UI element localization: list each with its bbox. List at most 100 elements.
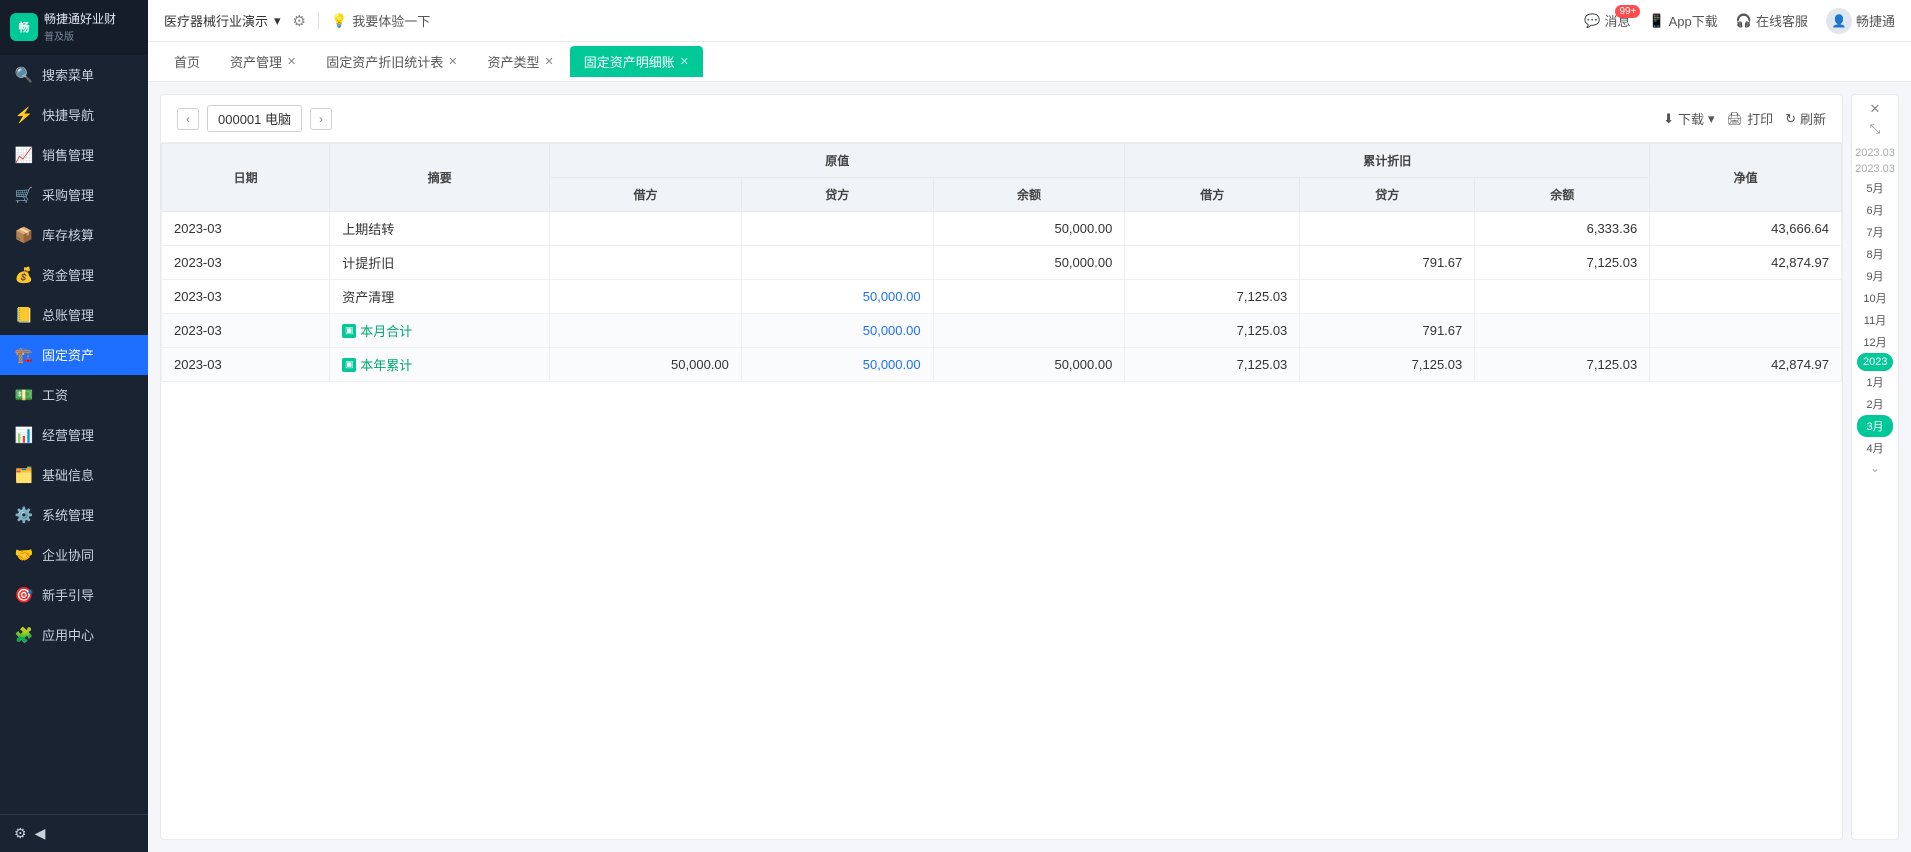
sidebar-bottom: ⚙ ◀ — [0, 814, 148, 852]
detail-table: 日期 摘要 原值 累计折旧 净值 借方 贷方 余额 借方 贷方 余额 — [161, 143, 1842, 382]
refresh-label: 刷新 — [1800, 109, 1826, 128]
cell-orig-balance — [933, 314, 1125, 348]
tl-year-2023[interactable]: 2023 — [1857, 353, 1893, 371]
ledger-icon: 📒 — [14, 305, 34, 325]
experience-label: 我要体验一下 — [352, 11, 430, 30]
company-selector[interactable]: 医疗器械行业演示 ▾ — [164, 11, 281, 30]
sidebar-item-salary[interactable]: 💵 工资 — [0, 375, 148, 415]
col-date: 日期 — [162, 144, 330, 212]
download-arrow: ▾ — [1708, 111, 1715, 127]
download-btn[interactable]: ⬇ 下载 ▾ — [1663, 109, 1714, 128]
app-label: App下载 — [1669, 11, 1718, 30]
lamp-icon: 💡 — [331, 13, 347, 29]
tl-month-6月[interactable]: 6月 — [1857, 199, 1893, 221]
sidebar-item-appcenter[interactable]: 🧩 应用中心 — [0, 615, 148, 655]
collapse-icon[interactable]: ◀ — [35, 825, 46, 842]
cell-orig-debit — [550, 212, 742, 246]
expand-panel-btn[interactable]: ⤡ — [1870, 121, 1880, 137]
sidebar: 畅 畅捷通好业财 普及版 🔍 搜索菜单 ⚡ 快捷导航 📈 销售管理 🛒 采购管理… — [0, 0, 148, 852]
cell-orig-credit: 50,000.00 — [741, 314, 933, 348]
sidebar-item-system[interactable]: ⚙️ 系统管理 — [0, 495, 148, 535]
tl-month-12月[interactable]: 12月 — [1857, 331, 1893, 353]
tl-month-9月[interactable]: 9月 — [1857, 265, 1893, 287]
tab-assetmgmt[interactable]: 资产管理 ✕ — [216, 46, 310, 77]
tab-assettype[interactable]: 资产类型 ✕ — [473, 46, 567, 77]
tl-month-1月[interactable]: 1月 — [1857, 371, 1893, 393]
sidebar-label-system: 系统管理 — [42, 505, 94, 524]
sidebar-item-purchase[interactable]: 🛒 采购管理 — [0, 175, 148, 215]
system-icon: ⚙️ — [14, 505, 34, 525]
tab-close-assetmgmt[interactable]: ✕ — [287, 55, 296, 68]
tab-label-assetmgmt: 资产管理 — [230, 52, 282, 71]
tl-month-4月[interactable]: 4月 — [1857, 437, 1893, 459]
cell-date: 2023-03 — [162, 280, 330, 314]
prev-asset-btn[interactable]: ‹ — [177, 108, 199, 130]
cell-acc-credit — [1300, 212, 1475, 246]
experience-btn[interactable]: 💡 我要体验一下 — [331, 11, 430, 30]
cell-orig-balance: 50,000.00 — [933, 212, 1125, 246]
logo-subtitle: 普及版 — [44, 28, 116, 43]
next-asset-btn[interactable]: › — [310, 108, 332, 130]
tab-depreciation[interactable]: 固定资产折旧统计表✕ — [312, 46, 471, 77]
cell-acc-balance — [1475, 314, 1650, 348]
sidebar-item-basicinfo[interactable]: 🗂️ 基础信息 — [0, 455, 148, 495]
sidebar-item-inventory[interactable]: 📦 库存核算 — [0, 215, 148, 255]
tab-label-assettype: 资产类型 — [487, 52, 539, 71]
tab-detail[interactable]: 固定资产明细账✕ — [570, 46, 703, 77]
message-icon: 💬 — [1584, 13, 1600, 29]
col-orig-debit: 借方 — [550, 178, 742, 212]
cell-orig-credit — [741, 212, 933, 246]
cell-acc-debit: 7,125.03 — [1125, 348, 1300, 382]
cell-orig-credit — [741, 246, 933, 280]
sidebar-label-sales: 销售管理 — [42, 145, 94, 164]
tl-month-10月[interactable]: 10月 — [1857, 287, 1893, 309]
logo-title: 畅捷通好业财 — [44, 12, 116, 28]
sidebar-item-operations[interactable]: 📊 经营管理 — [0, 415, 148, 455]
col-net-value: 净值 — [1650, 144, 1842, 212]
tl-month-3月[interactable]: 3月 — [1857, 415, 1893, 437]
user-btn[interactable]: 👤 畅捷通 — [1826, 8, 1895, 34]
tl-month-7月[interactable]: 7月 — [1857, 221, 1893, 243]
col-summary: 摘要 — [330, 144, 550, 212]
sidebar-item-enterprise[interactable]: 🤝 企业协同 — [0, 535, 148, 575]
tab-close-assettype[interactable]: ✕ — [545, 55, 554, 68]
tl-scroll-down[interactable]: ⌄ — [1870, 461, 1880, 475]
tl-month-11月[interactable]: 11月 — [1857, 309, 1893, 331]
company-name: 医疗器械行业演示 — [164, 11, 268, 30]
sidebar-item-newguide[interactable]: 🎯 新手引导 — [0, 575, 148, 615]
service-btn[interactable]: 🎧 在线客服 — [1736, 11, 1808, 30]
cell-orig-debit — [550, 246, 742, 280]
cell-date: 2023-03 — [162, 212, 330, 246]
dropdown-icon: ▾ — [274, 13, 281, 29]
tl-month-2月[interactable]: 2月 — [1857, 393, 1893, 415]
tl-month-5月[interactable]: 5月 — [1857, 177, 1893, 199]
tab-close-detail[interactable]: ✕ — [680, 55, 689, 68]
content-area: ‹ 000001 电脑 › ⬇ 下载 ▾ 🖨 打印 ↻ 刷新 — [148, 82, 1911, 852]
cell-net-value — [1650, 280, 1842, 314]
table-row: 2023-03 计提折旧 50,000.00 791.67 7,125.03 4… — [162, 246, 1842, 280]
table-row: 2023-03 ▣本月合计 50,000.00 7,125.03 791.67 — [162, 314, 1842, 348]
sidebar-item-quicknav[interactable]: ⚡ 快捷导航 — [0, 95, 148, 135]
col-acc-debit: 借方 — [1125, 178, 1300, 212]
close-panel-btn[interactable]: ✕ — [1870, 101, 1881, 117]
print-btn[interactable]: 🖨 打印 — [1727, 109, 1774, 128]
tab-close-depreciation[interactable]: ✕ — [448, 55, 457, 68]
sidebar-item-sales[interactable]: 📈 销售管理 — [0, 135, 148, 175]
app-download-btn[interactable]: 📱 App下载 — [1648, 11, 1717, 30]
sidebar-label-salary: 工资 — [42, 385, 68, 404]
message-btn[interactable]: 💬 消息 99+ — [1584, 11, 1630, 30]
sidebar-item-capital[interactable]: 💰 资金管理 — [0, 255, 148, 295]
settings-icon[interactable]: ⚙ — [14, 825, 27, 842]
basicinfo-icon: 🗂️ — [14, 465, 34, 485]
sidebar-item-fixedassets[interactable]: 🏗️ 固定资产 — [0, 335, 148, 375]
settings-gear-icon[interactable]: ⚙ — [293, 12, 306, 30]
avatar: 👤 — [1826, 8, 1852, 34]
cell-summary: 计提折旧 — [330, 246, 550, 280]
cell-date: 2023-03 — [162, 314, 330, 348]
tl-month-8月[interactable]: 8月 — [1857, 243, 1893, 265]
tab-home[interactable]: 首页 — [160, 46, 214, 77]
salary-icon: 💵 — [14, 385, 34, 405]
sidebar-item-ledger[interactable]: 📒 总账管理 — [0, 295, 148, 335]
sidebar-item-search[interactable]: 🔍 搜索菜单 — [0, 55, 148, 95]
refresh-btn[interactable]: ↻ 刷新 — [1785, 109, 1826, 128]
